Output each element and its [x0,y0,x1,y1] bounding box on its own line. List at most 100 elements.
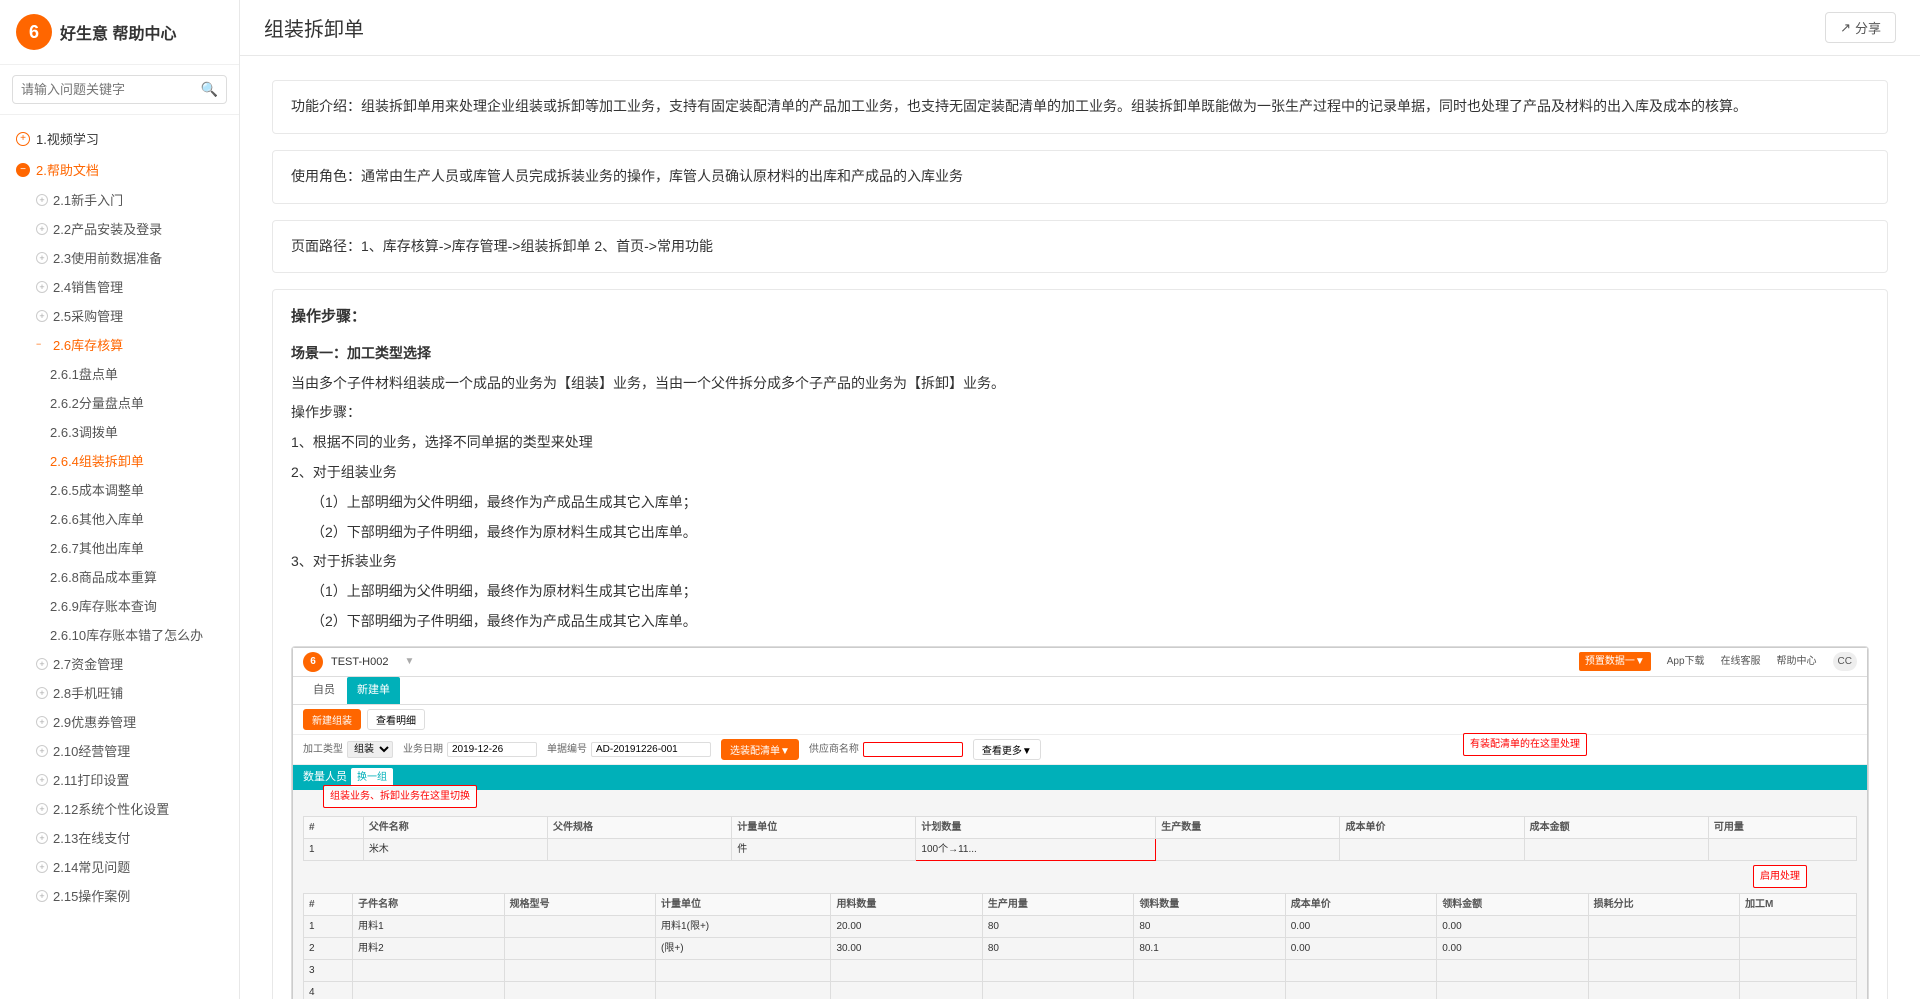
td-plan-qty: 100个→11... [916,838,1156,860]
sidebar-item-269[interactable]: 2.6.9库存账本查询 [0,591,239,620]
sidebar-item-268[interactable]: 2.6.8商品成本重算 [0,562,239,591]
minus-icon: − [16,163,30,177]
nav-section-2: − 2.帮助文档 +2.1新手入门 +2.2产品安装及登录 +2.3使用前数据准… [0,154,239,910]
sidebar-item-210[interactable]: +2.10经营管理 [0,736,239,765]
erp-topbar: 6 TEST-H002 ▼ 预置数据一▼ App下载 在线客服 帮助中心 CC [293,648,1867,677]
sidebar-item-211[interactable]: +2.11打印设置 [0,765,239,794]
intro-section: 功能介绍：组装拆卸单用来处理企业组装或拆卸等加工业务，支持有固定装配清单的产品加… [272,80,1888,134]
sth-pick-qty: 领料数量 [1134,893,1285,915]
scene1-title: 场景一：加工类型选择 [291,342,1869,366]
nav-children-2: +2.1新手入门 +2.2产品安装及登录 +2.3使用前数据准备 +2.4销售管… [0,185,239,910]
sidebar-item-28[interactable]: +2.8手机旺铺 [0,678,239,707]
top-bar: 组装拆卸单 ↗ 分享 [240,0,1920,56]
plus-icon: + [16,132,30,146]
erp-form-row: 加工类型 组装 拆卸 业务日期 单据编号 [293,735,1867,765]
sidebar-item-266[interactable]: 2.6.6其他入库单 [0,504,239,533]
sidebar-item-purchase[interactable]: +2.5采购管理 [0,301,239,330]
sub-plus-icon: + [36,310,48,322]
erp-user: CC [1833,652,1857,671]
erp-supplier-input[interactable] [863,742,963,757]
sidebar-item-212[interactable]: +2.12系统个性化设置 [0,794,239,823]
share-button[interactable]: ↗ 分享 [1825,12,1896,43]
erp-tab-new[interactable]: 新建单 [347,677,400,704]
sidebar-item-261[interactable]: 2.6.1盘点单 [0,359,239,388]
erp-type-switch-bar: 数量人员 换一组 [293,765,1867,790]
erp-more-btn[interactable]: 查看更多▼ [973,739,1041,760]
path-text: 页面路径：1、库存核算->库存管理->组装拆卸单 2、首页->常用功能 [291,235,1869,259]
table-row: 1 米木 件 100个→11... [304,838,1857,860]
sidebar-item-sales[interactable]: +2.4销售管理 [0,272,239,301]
search-icon[interactable]: 🔍 [201,81,218,98]
sidebar-item-27[interactable]: +2.7资金管理 [0,649,239,678]
erp-field-type: 加工类型 组装 拆卸 [303,741,393,758]
sth-num: # [304,893,353,915]
sidebar-item-inventory[interactable]: − 2.6库存核算 [0,330,239,359]
erp-sub-table-wrapper: # 子件名称 规格型号 计量单位 用料数量 生产用量 领料数量 成本单价 领料金… [293,889,1867,999]
search-area: 🔍 [0,65,239,115]
sth-process: 加工M [1740,893,1857,915]
th-parent-name: 父件名称 [363,816,547,838]
path-section: 页面路径：1、库存核算->库存管理->组装拆卸单 2、首页->常用功能 [272,220,1888,274]
td-parent-name: 米木 [363,838,547,860]
sidebar-item-newcomer[interactable]: +2.1新手入门 [0,185,239,214]
erp-tab-home[interactable]: 自员 [303,677,345,704]
sub-plus-icon: + [36,774,48,786]
sub-plus-icon: + [36,658,48,670]
sidebar-item-help-docs[interactable]: − 2.帮助文档 [0,154,239,185]
erp-select-bom-btn[interactable]: 选装配清单▼ [721,739,799,760]
sidebar-item-2610[interactable]: 2.6.10库存账本错了怎么办 [0,620,239,649]
sidebar-item-214[interactable]: +2.14常见问题 [0,852,239,881]
sub-plus-icon: + [36,861,48,873]
sidebar-item-265[interactable]: 2.6.5成本调整单 [0,475,239,504]
erp-field-date: 业务日期 [403,741,537,758]
th-cost-price: 成本单价 [1340,816,1524,838]
erp-field-code: 单据编号 [547,741,711,758]
nav-section-1: + 1.视频学习 [0,123,239,154]
step1: 1、根据不同的业务，选择不同单据的类型来处理 [291,431,1869,455]
sidebar-item-264[interactable]: 2.6.4组装拆卸单 [0,446,239,475]
page-title: 组装拆卸单 [264,13,364,42]
erp-field-bom: 选装配清单▼ [721,739,799,760]
td-cost-price [1340,838,1524,860]
td-parent-spec [548,838,732,860]
sth-spec: 规格型号 [504,893,655,915]
search-input[interactable] [21,82,201,97]
sub-plus-icon: + [36,803,48,815]
erp-date-input[interactable] [447,742,537,757]
th-avail: 可用量 [1708,816,1856,838]
sidebar-item-video-learning[interactable]: + 1.视频学习 [0,123,239,154]
sidebar-item-262[interactable]: 2.6.2分量盘点单 [0,388,239,417]
sth-pick-amt: 领料金额 [1437,893,1588,915]
sub-plus-icon: + [36,194,48,206]
sidebar: 6 好生意 帮助中心 🔍 + 1.视频学习 − 2.帮助文档 +2.1新手入门 … [0,0,240,999]
erp-field-search: 供应商名称 [809,741,963,758]
content-area: 功能介绍：组装拆卸单用来处理企业组装或拆卸等加工业务，支持有固定装配清单的产品加… [240,56,1920,999]
annotation-enable: 启用处理 [1753,865,1807,888]
erp-date-label: 业务日期 [403,741,443,758]
erp-preset-btn[interactable]: 预置数据一▼ [1579,652,1651,671]
step2-2: （2）下部明细为子件明细，最终作为原材料生成其它出库单。 [291,521,1869,545]
erp-code-input[interactable] [591,742,711,757]
erp-switch-btn[interactable]: 换一组 [351,768,393,787]
erp-type-select[interactable]: 组装 拆卸 [347,741,393,758]
sub-plus-icon: + [36,745,48,757]
step2-1: （1）上部明细为父件明细，最终作为产成品生成其它入库单； [291,491,1869,515]
step3-2: （2）下部明细为子件明细，最终作为产成品生成其它入库单。 [291,610,1869,634]
sth-cost-price: 成本单价 [1285,893,1436,915]
sidebar-item-install[interactable]: +2.2产品安装及登录 [0,214,239,243]
step2: 2、对于组装业务 [291,461,1869,485]
erp-form-section: 加工类型 组装 拆卸 业务日期 单据编号 [293,735,1867,765]
sub-plus-icon: + [36,832,48,844]
sidebar-item-29[interactable]: +2.9优惠券管理 [0,707,239,736]
erp-view-detail-btn[interactable]: 查看明细 [367,709,425,730]
sidebar-item-267[interactable]: 2.6.7其他出库单 [0,533,239,562]
sidebar-item-263[interactable]: 2.6.3调拨单 [0,417,239,446]
sidebar-item-data-prep[interactable]: +2.3使用前数据准备 [0,243,239,272]
erp-new-assemble-btn[interactable]: 新建组装 [303,709,361,730]
sidebar-item-213[interactable]: +2.13在线支付 [0,823,239,852]
search-box: 🔍 [12,75,227,104]
erp-screenshot: 6 TEST-H002 ▼ 预置数据一▼ App下载 在线客服 帮助中心 CC … [291,646,1869,999]
erp-annotation3-container: 启用处理 [293,865,1867,885]
sub-plus-icon: + [36,252,48,264]
sidebar-item-215[interactable]: +2.15操作案例 [0,881,239,910]
